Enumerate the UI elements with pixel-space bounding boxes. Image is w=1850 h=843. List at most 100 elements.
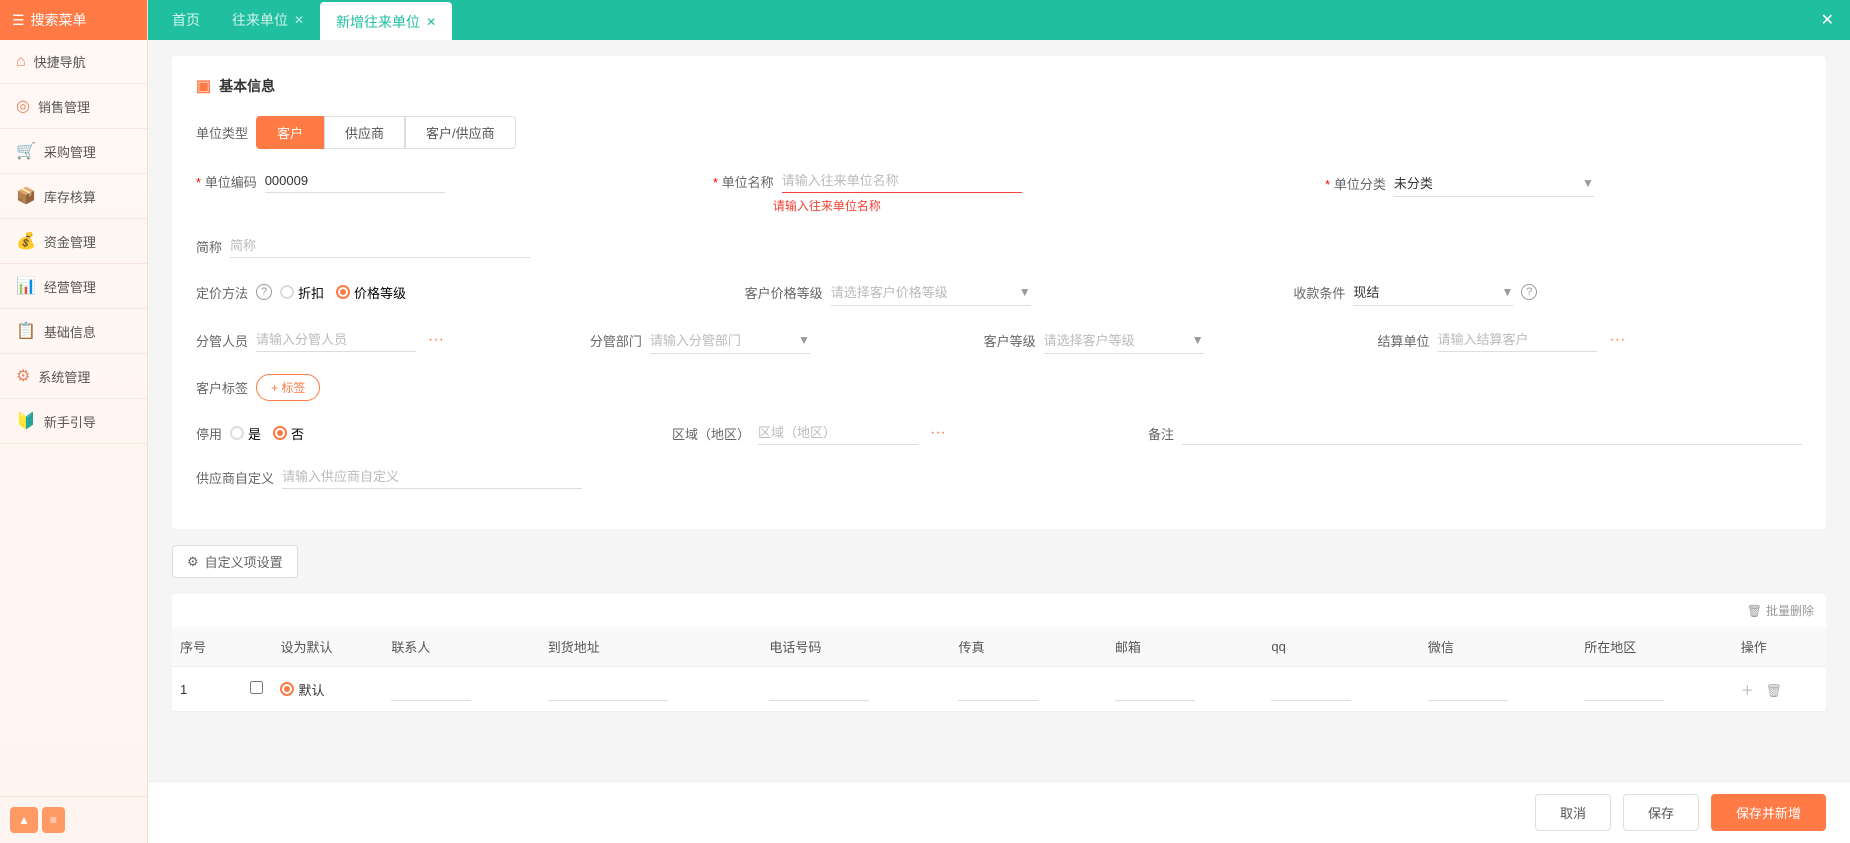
- category-label: * 单位分类: [1325, 174, 1386, 193]
- sidebar-item-quick-nav[interactable]: ⌂ 快捷导航: [0, 40, 147, 84]
- supplier-custom-label: 供应商自定义: [196, 468, 274, 487]
- qq-input[interactable]: [1271, 677, 1351, 701]
- cell-default: 默认: [272, 667, 383, 712]
- save-and-new-button[interactable]: 保存并新增: [1711, 794, 1826, 831]
- phone-input[interactable]: [769, 677, 869, 701]
- sidebar-bottom: ▲ ≡: [0, 796, 147, 843]
- manager-label: 分管人员: [196, 331, 248, 350]
- category-value: 未分类: [1394, 173, 1578, 192]
- short-name-input[interactable]: [230, 234, 530, 258]
- cell-qq[interactable]: [1263, 667, 1419, 712]
- cell-email[interactable]: [1107, 667, 1263, 712]
- customer-price-select[interactable]: 请选择客户价格等级 ▼: [831, 278, 1031, 306]
- cancel-button[interactable]: 取消: [1535, 794, 1611, 831]
- sidebar-item-basic-info[interactable]: 📋 基础信息: [0, 309, 147, 354]
- unit-type-both[interactable]: 客户/供应商: [405, 116, 516, 149]
- settlement-more-icon[interactable]: ···: [1605, 331, 1629, 349]
- contact-input[interactable]: [391, 677, 471, 701]
- tab-contacts[interactable]: 往来单位 ✕: [216, 0, 320, 40]
- col-action: 操作: [1733, 627, 1826, 667]
- sales-icon: ◎: [16, 96, 30, 116]
- row-default-radio[interactable]: 默认: [280, 680, 375, 699]
- col-address: 到货地址: [540, 627, 762, 667]
- sidebar-item-sales[interactable]: ◎ 销售管理: [0, 84, 147, 129]
- settlement-input[interactable]: [1437, 328, 1597, 352]
- cell-region[interactable]: [1576, 667, 1732, 712]
- row-region-input[interactable]: [1584, 677, 1664, 701]
- dept-field: 分管部门 请输入分管部门 ▼: [590, 326, 944, 354]
- sidebar-item-operations[interactable]: 📊 经营管理: [0, 264, 147, 309]
- manager-input[interactable]: [256, 328, 416, 352]
- supplier-custom-input[interactable]: [282, 465, 582, 489]
- sidebar-item-purchase[interactable]: 🛒 采购管理: [0, 129, 147, 174]
- search-menu[interactable]: ☰ 搜索菜单: [0, 0, 147, 40]
- disabled-region-remark-row: 停用 是 否 区域（地区）: [196, 421, 1802, 445]
- cell-phone[interactable]: [761, 667, 950, 712]
- sidebar-item-finance[interactable]: 💰 资金管理: [0, 219, 147, 264]
- code-input[interactable]: [265, 169, 445, 193]
- email-input[interactable]: [1115, 677, 1195, 701]
- unit-type-supplier[interactable]: 供应商: [324, 116, 405, 149]
- customer-level-label: 客户等级: [984, 331, 1036, 350]
- customer-level-field: 客户等级 请选择客户等级 ▼: [984, 326, 1338, 354]
- disabled-no-circle: [273, 426, 287, 440]
- bulk-delete-icon: 🗑: [1747, 604, 1762, 618]
- disabled-yes-circle: [230, 426, 244, 440]
- payment-terms-help-icon[interactable]: ?: [1521, 284, 1537, 300]
- custom-settings-button[interactable]: ⚙ 自定义项设置: [172, 545, 298, 578]
- row-delete-icon[interactable]: 🗑: [1765, 683, 1782, 698]
- cell-address[interactable]: [540, 667, 762, 712]
- sidebar-item-guide[interactable]: 🔰 新手引导: [0, 399, 147, 444]
- payment-terms-select[interactable]: 现结 ▼: [1353, 278, 1513, 306]
- tags-label: 客户标签: [196, 378, 248, 397]
- tab-new-contact[interactable]: 新增往来单位 ✕: [320, 2, 452, 42]
- cell-wechat[interactable]: [1420, 667, 1576, 712]
- sidebar-bottom-btn-1[interactable]: ▲: [10, 807, 38, 833]
- col-phone: 电话号码: [761, 627, 950, 667]
- pricing-price-level-circle: [336, 285, 350, 299]
- pricing-radio-discount[interactable]: 折扣: [280, 283, 324, 302]
- add-tag-button[interactable]: + 标签: [256, 374, 320, 401]
- unit-type-customer[interactable]: 客户: [256, 116, 324, 149]
- manager-more-icon[interactable]: ···: [424, 331, 448, 349]
- tab-new-contact-close[interactable]: ✕: [426, 15, 436, 29]
- payment-terms-chevron-icon: ▼: [1501, 285, 1513, 299]
- pricing-radio-price-level[interactable]: 价格等级: [336, 283, 406, 302]
- close-all-tabs[interactable]: ✕: [1813, 10, 1842, 30]
- category-field: * 单位分类 未分类 ▼: [1325, 169, 1802, 197]
- cell-contact[interactable]: [383, 667, 539, 712]
- category-select[interactable]: 未分类 ▼: [1394, 169, 1594, 197]
- row-checkbox[interactable]: [250, 681, 263, 694]
- pricing-help-icon[interactable]: ?: [256, 284, 272, 300]
- name-input[interactable]: [782, 169, 1022, 193]
- region-more-icon[interactable]: ···: [926, 424, 950, 442]
- customer-level-select[interactable]: 请选择客户等级 ▼: [1044, 326, 1204, 354]
- name-label: * 单位名称: [713, 172, 774, 191]
- address-input[interactable]: [548, 677, 668, 701]
- disabled-radio-no[interactable]: 否: [273, 424, 304, 443]
- sidebar-bottom-btn-2[interactable]: ≡: [42, 807, 65, 833]
- cell-checkbox[interactable]: [240, 667, 272, 712]
- save-button[interactable]: 保存: [1623, 794, 1699, 831]
- bulk-delete-button[interactable]: 🗑 批量删除: [1747, 602, 1814, 619]
- tab-home[interactable]: 首页: [156, 0, 216, 40]
- table-row: 1 默认: [172, 667, 1826, 712]
- short-name-row: 简称: [196, 234, 1802, 258]
- dept-select[interactable]: 请输入分管部门 ▼: [650, 326, 810, 354]
- remark-input[interactable]: [1182, 421, 1802, 445]
- cell-fax[interactable]: [950, 667, 1106, 712]
- region-input[interactable]: [758, 421, 918, 445]
- dept-label: 分管部门: [590, 331, 642, 350]
- wechat-input[interactable]: [1428, 677, 1508, 701]
- contacts-table-container: 🗑 批量删除 序号 设为默认 联系人 到货地址 电话号码 传真 邮箱 qq: [172, 594, 1826, 712]
- sidebar-item-system[interactable]: ⚙ 系统管理: [0, 354, 147, 399]
- disabled-radio-yes[interactable]: 是: [230, 424, 261, 443]
- payment-terms-field: 收款条件 现结 ▼ ?: [1293, 278, 1802, 306]
- tab-contacts-close[interactable]: ✕: [294, 13, 304, 27]
- row-add-icon[interactable]: ＋: [1741, 683, 1754, 698]
- sidebar-item-inventory[interactable]: 📦 库存核算: [0, 174, 147, 219]
- col-checkbox: [240, 627, 272, 667]
- name-error-text: 请输入往来单位名称: [773, 199, 881, 213]
- fax-input[interactable]: [958, 677, 1038, 701]
- name-field: * 单位名称 请输入往来单位名称: [713, 169, 1285, 214]
